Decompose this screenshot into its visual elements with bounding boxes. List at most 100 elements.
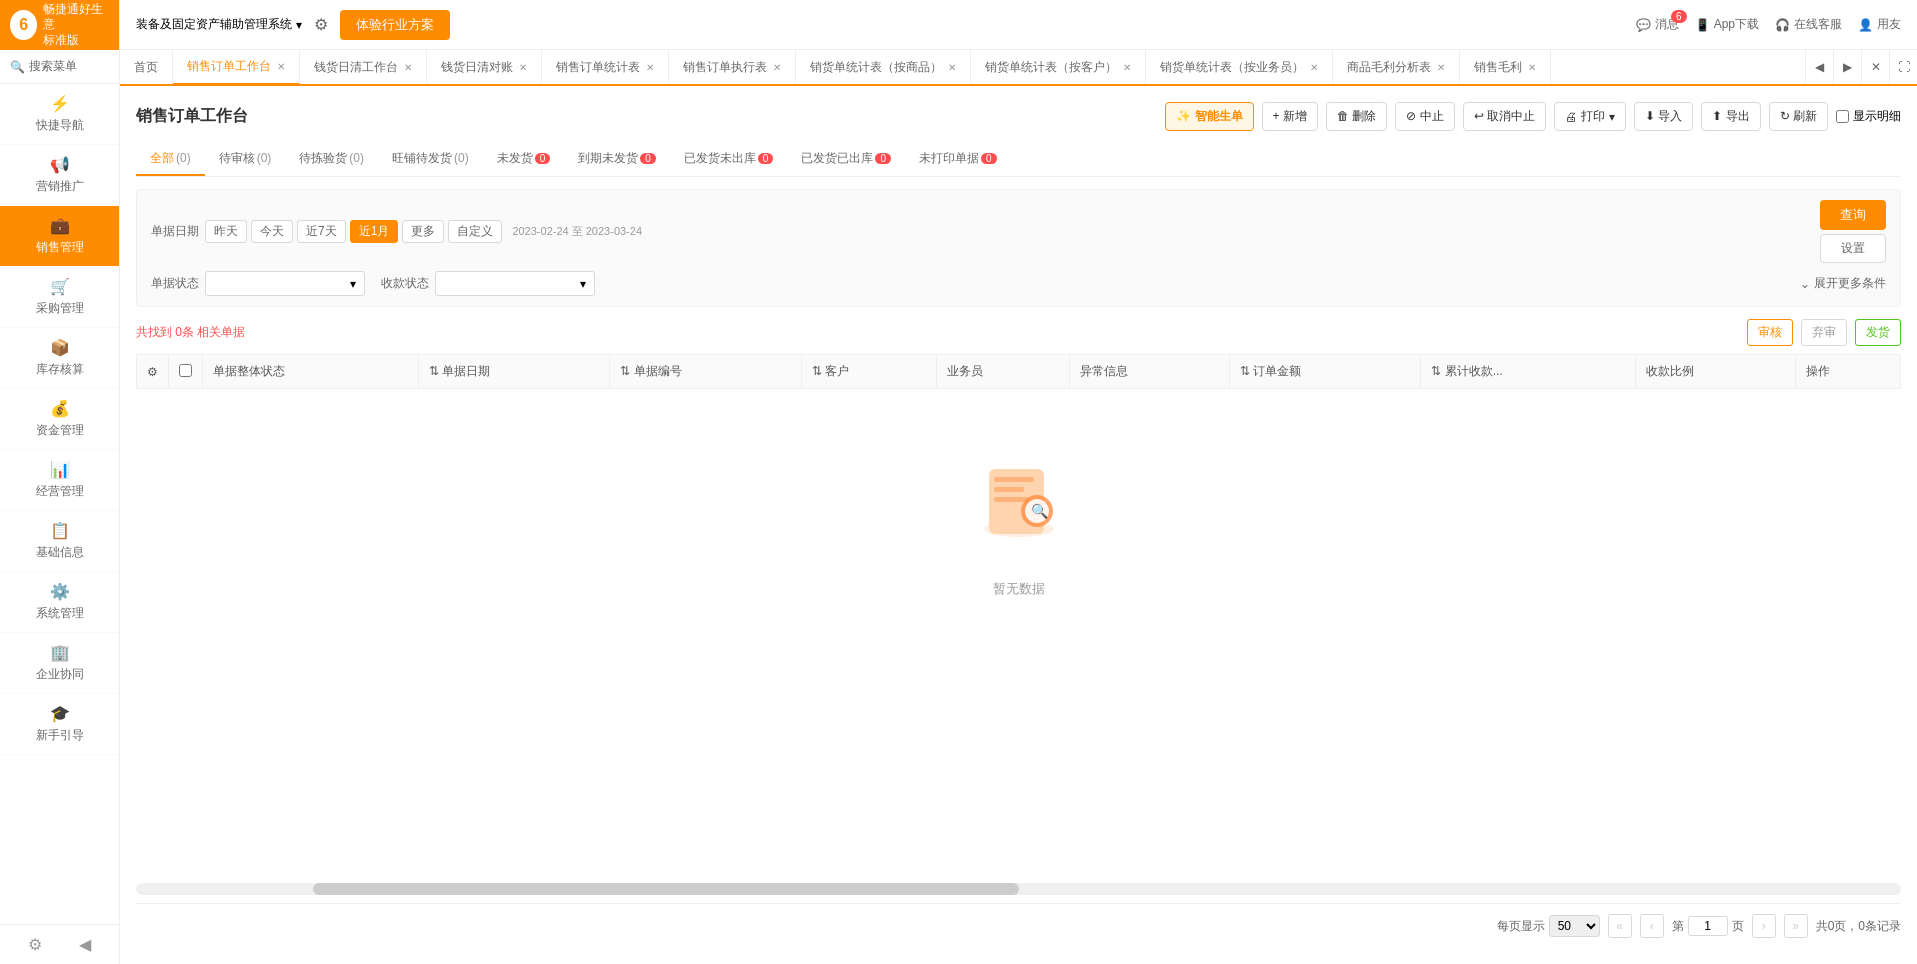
- col-number[interactable]: ⇅ 单据编号: [610, 355, 801, 389]
- tab-cash-reconcile[interactable]: 钱货日清对账✕: [427, 50, 542, 85]
- subtab-expired-not-shipped[interactable]: 到期未发货0: [564, 143, 670, 176]
- date-btn-last7[interactable]: 近7天: [297, 220, 346, 243]
- status-select[interactable]: ▾: [205, 271, 365, 296]
- cancel-review-btn[interactable]: 弃审: [1801, 319, 1847, 346]
- smart-create-btn[interactable]: ✨ 智能生单: [1165, 102, 1253, 131]
- sidebar-search[interactable]: 🔍 搜索菜单: [0, 50, 119, 84]
- print-btn[interactable]: 🖨 🖨 打印 打印 ▾: [1554, 102, 1626, 131]
- export-btn[interactable]: ⬆ 导出: [1701, 102, 1760, 131]
- query-btn[interactable]: 查询: [1820, 200, 1886, 230]
- sidebar-item-quick-nav[interactable]: ⚡快捷导航: [0, 84, 119, 145]
- sidebar-item-enterprise[interactable]: 🏢企业协同: [0, 633, 119, 694]
- date-btn-more[interactable]: 更多: [402, 220, 444, 243]
- tab-sales-exec[interactable]: 销售订单执行表✕: [669, 50, 796, 85]
- date-btn-yesterday[interactable]: 昨天: [205, 220, 247, 243]
- tab-cash-daily[interactable]: 钱货日清工作台✕: [300, 50, 427, 85]
- show-detail-label[interactable]: 显示明细: [1836, 108, 1901, 125]
- sidebar-item-basic[interactable]: 📋基础信息: [0, 511, 119, 572]
- sidebar-item-sales[interactable]: 💼销售管理: [0, 206, 119, 267]
- sidebar-item-purchase[interactable]: 🛒采购管理: [0, 267, 119, 328]
- payment-select[interactable]: ▾: [435, 271, 595, 296]
- show-detail-checkbox[interactable]: [1836, 110, 1849, 123]
- tab-home[interactable]: 首页: [120, 50, 173, 85]
- subtab-not-shipped[interactable]: 未发货0: [483, 143, 565, 176]
- online-service-btn[interactable]: 🎧 在线客服: [1775, 16, 1842, 33]
- tab-fullscreen-btn[interactable]: ⛶: [1889, 50, 1917, 85]
- tab-close-sales-summary-staff[interactable]: ✕: [1310, 62, 1318, 73]
- sidebar-item-marketing[interactable]: 📢营销推广: [0, 145, 119, 206]
- prev-page-btn[interactable]: ‹: [1640, 914, 1664, 938]
- date-btn-last1month[interactable]: 近1月: [350, 220, 399, 243]
- col-amount[interactable]: ⇅ 订单金额: [1230, 355, 1421, 389]
- tab-prev-btn[interactable]: ◀: [1805, 50, 1833, 85]
- tab-sales-summary-product[interactable]: 销货单统计表（按商品）✕: [796, 50, 971, 85]
- date-btn-custom[interactable]: 自定义: [448, 220, 502, 243]
- ship-btn[interactable]: 发货: [1855, 319, 1901, 346]
- sidebar-item-operations[interactable]: 📊经营管理: [0, 450, 119, 511]
- col-staff[interactable]: 业务员: [937, 355, 1069, 389]
- message-btn[interactable]: 💬 消息 6: [1636, 16, 1679, 33]
- industry-solution-btn[interactable]: 体验行业方案: [340, 10, 450, 40]
- subtab-not-printed[interactable]: 未打印单据0: [905, 143, 1011, 176]
- tab-close-sales-exec[interactable]: ✕: [773, 62, 781, 73]
- tab-sales-stats[interactable]: 销售订单统计表✕: [542, 50, 669, 85]
- subtab-all[interactable]: 全部(0): [136, 143, 205, 176]
- tab-close-cash-daily[interactable]: ✕: [404, 62, 412, 73]
- tab-close-all-btn[interactable]: ✕: [1861, 50, 1889, 85]
- col-customer[interactable]: ⇅ 客户: [801, 355, 937, 389]
- last-page-btn[interactable]: »: [1784, 914, 1808, 938]
- sidebar-item-system[interactable]: ⚙️系统管理: [0, 572, 119, 633]
- user-btn[interactable]: 👤 用友: [1858, 16, 1901, 33]
- tab-close-sales-order[interactable]: ✕: [277, 61, 285, 72]
- import-btn[interactable]: ⬇ 导入: [1634, 102, 1693, 131]
- tab-sales-profit[interactable]: 销售毛利✕: [1460, 50, 1551, 85]
- sidebar-item-inventory[interactable]: 📦库存核算: [0, 328, 119, 389]
- system-title-dropdown[interactable]: 装备及固定资产辅助管理系统 ▾: [136, 16, 302, 33]
- tab-close-sales-stats[interactable]: ✕: [646, 62, 654, 73]
- table-header: 共找到 0条 相关单据 审核 弃审 发货: [136, 319, 1901, 346]
- subtab-shipped-not-warehoused[interactable]: 已发货未出库0: [670, 143, 788, 176]
- col-checkbox[interactable]: [169, 355, 203, 389]
- date-btn-today[interactable]: 今天: [251, 220, 293, 243]
- tab-sales-order[interactable]: 销售订单工作台✕: [173, 50, 300, 85]
- review-btn[interactable]: 审核: [1747, 319, 1793, 346]
- next-page-btn[interactable]: ›: [1752, 914, 1776, 938]
- subtab-wangpu-pending[interactable]: 旺铺待发货(0): [378, 143, 483, 176]
- tab-sales-summary-staff[interactable]: 销货单统计表（按业务员）✕: [1146, 50, 1333, 85]
- tab-next-btn[interactable]: ▶: [1833, 50, 1861, 85]
- settings-bottom-btn[interactable]: ⚙: [28, 935, 42, 954]
- topbar: 装备及固定资产辅助管理系统 ▾ ⚙ 体验行业方案 💬 消息 6 📱 App下载 …: [120, 0, 1917, 50]
- sidebar-item-finance[interactable]: 💰资金管理: [0, 389, 119, 450]
- subtab-shipped-warehoused[interactable]: 已发货已出库0: [787, 143, 905, 176]
- tab-close-sales-profit[interactable]: ✕: [1528, 62, 1536, 73]
- set-btn[interactable]: 设置: [1820, 234, 1886, 263]
- tab-close-product-margin[interactable]: ✕: [1437, 62, 1445, 73]
- tab-sales-summary-customer[interactable]: 销货单统计表（按客户）✕: [971, 50, 1146, 85]
- delete-btn[interactable]: 🗑 删除: [1326, 102, 1387, 131]
- subtab-pending-review[interactable]: 待审核(0): [205, 143, 286, 176]
- app-download-btn[interactable]: 📱 App下载: [1695, 16, 1759, 33]
- add-btn[interactable]: + 新增: [1262, 102, 1318, 131]
- subtab-pending-inspect[interactable]: 待拣验货(0): [285, 143, 378, 176]
- stop-btn[interactable]: ⊘ 中止: [1395, 102, 1454, 131]
- scrollbar-thumb[interactable]: [313, 883, 1019, 895]
- first-page-btn[interactable]: «: [1608, 914, 1632, 938]
- expand-filter-btn[interactable]: ⌄ 展开更多条件: [1800, 275, 1886, 292]
- page-size-dropdown[interactable]: 102050100: [1549, 915, 1600, 937]
- page-input[interactable]: [1688, 916, 1728, 936]
- refresh-btn[interactable]: ↻ 刷新: [1769, 102, 1828, 131]
- tab-close-cash-reconcile[interactable]: ✕: [519, 62, 527, 73]
- sidebar-item-guide[interactable]: 🎓新手引导: [0, 694, 119, 755]
- tab-close-sales-summary-product[interactable]: ✕: [948, 62, 956, 73]
- gear-icon[interactable]: ⚙: [314, 15, 328, 34]
- cancel-stop-btn[interactable]: ↩ 取消中止: [1463, 102, 1546, 131]
- select-all-checkbox[interactable]: [179, 364, 192, 377]
- h-scrollbar[interactable]: [136, 883, 1901, 895]
- col-status[interactable]: 单据整体状态: [203, 355, 419, 389]
- tab-close-sales-summary-customer[interactable]: ✕: [1123, 62, 1131, 73]
- collapse-btn[interactable]: ◀: [79, 935, 91, 954]
- col-settings[interactable]: ⚙: [137, 355, 169, 389]
- tab-product-margin[interactable]: 商品毛利分析表✕: [1333, 50, 1460, 85]
- col-date[interactable]: ⇅ 单据日期: [419, 355, 610, 389]
- col-collected[interactable]: ⇅ 累计收款...: [1421, 355, 1636, 389]
